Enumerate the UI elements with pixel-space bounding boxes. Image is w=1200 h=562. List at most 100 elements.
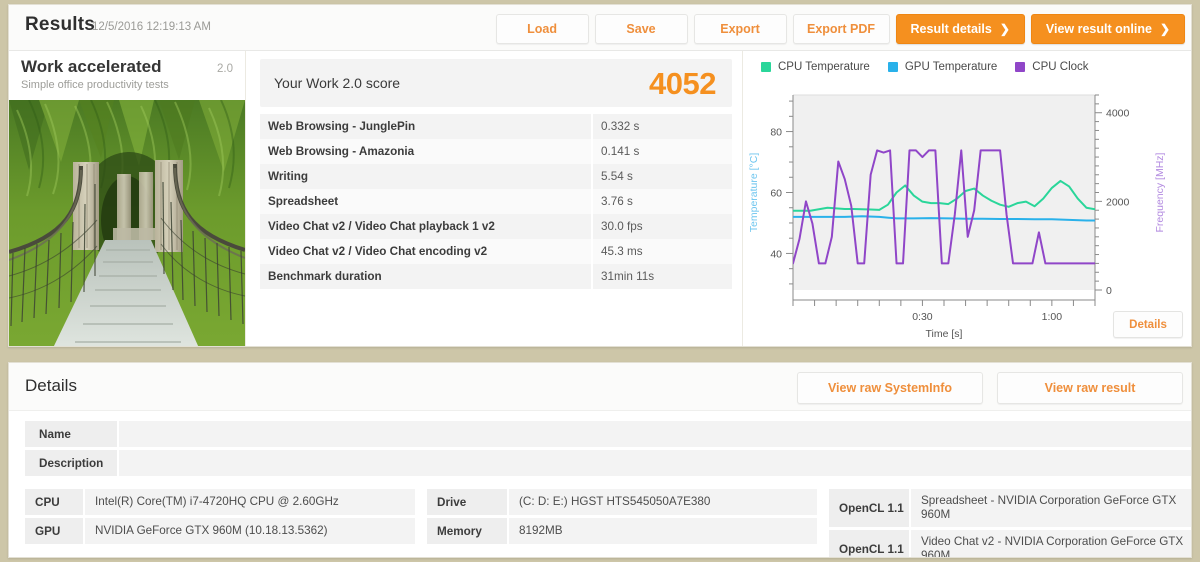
info-label: CPU [25, 489, 83, 515]
svg-text:60: 60 [770, 188, 782, 200]
result-name: Web Browsing - Amazonia [260, 139, 593, 164]
table-row: Writing 5.54 s [260, 164, 732, 189]
view-raw-result-button[interactable]: View raw result [997, 372, 1183, 404]
chevron-right-icon: ❯ [999, 22, 1010, 36]
svg-text:80: 80 [770, 127, 782, 139]
result-name: Writing [260, 164, 593, 189]
result-value: 3.76 s [592, 189, 732, 214]
info-row: Memory 8192MB [427, 518, 817, 544]
legend-label: CPU Clock [1032, 61, 1089, 73]
chart-details-button[interactable]: Details [1113, 311, 1183, 338]
header-toolbar: Load Save Export Export PDF Result detai… [495, 14, 1185, 44]
view-raw-systeminfo-button[interactable]: View raw SystemInfo [797, 372, 983, 404]
result-value: 31min 11s [592, 264, 732, 289]
info-value: Spreadsheet - NVIDIA Corporation GeForce… [911, 489, 1191, 527]
system-info-column-c: OpenCL 1.1 Spreadsheet - NVIDIA Corporati… [829, 489, 1191, 557]
info-row: GPU NVIDIA GeForce GTX 960M (10.18.13.536… [25, 518, 415, 544]
result-name: Video Chat v2 / Video Chat playback 1 v2 [260, 214, 593, 239]
table-row: Web Browsing - JunglePin 0.332 s [260, 114, 732, 139]
table-row: Spreadsheet 3.76 s [260, 189, 732, 214]
benchmark-thumbnail [9, 100, 245, 346]
info-value: NVIDIA GeForce GTX 960M (10.18.13.5362) [85, 518, 415, 544]
view-result-online-label: View result online [1045, 22, 1152, 36]
info-row: OpenCL 1.1 Video Chat v2 - NVIDIA Corpora… [829, 530, 1191, 557]
legend-swatch-icon [761, 62, 771, 72]
benchmark-header: Work accelerated Simple office productiv… [9, 51, 245, 99]
save-button[interactable]: Save [594, 14, 688, 44]
legend-label: GPU Temperature [904, 61, 998, 73]
score-and-results: Your Work 2.0 score 4052 Web Browsing - … [246, 51, 743, 346]
result-name: Web Browsing - JunglePin [260, 114, 593, 139]
info-value: 8192MB [509, 518, 817, 544]
svg-text:2000: 2000 [1106, 196, 1130, 208]
results-body: Work accelerated Simple office productiv… [9, 51, 1191, 346]
info-row: OpenCL 1.1 Spreadsheet - NVIDIA Corporati… [829, 489, 1191, 527]
svg-text:4000: 4000 [1106, 108, 1130, 120]
field-label: Name [25, 421, 117, 447]
info-label: GPU [25, 518, 83, 544]
svg-text:0:30: 0:30 [912, 311, 933, 323]
table-row: Video Chat v2 / Video Chat playback 1 v2… [260, 214, 732, 239]
svg-text:Temperature [°C]: Temperature [°C] [748, 153, 760, 233]
result-name: Video Chat v2 / Video Chat encoding v2 [260, 239, 593, 264]
benchmark-version: 2.0 [217, 63, 233, 75]
info-label: OpenCL 1.1 [829, 530, 909, 557]
details-header: Details View raw SystemInfo View raw res… [9, 363, 1191, 411]
table-row: Video Chat v2 / Video Chat encoding v2 45… [260, 239, 732, 264]
load-button[interactable]: Load [495, 14, 589, 44]
legend-item: GPU Temperature [887, 61, 998, 73]
result-details-button[interactable]: Result details ❯ [895, 14, 1025, 44]
svg-text:Time [s]: Time [s] [926, 328, 963, 340]
legend-item: CPU Temperature [761, 61, 870, 73]
info-label: Drive [427, 489, 507, 515]
table-row: Name [25, 421, 1191, 447]
result-value: 0.141 s [592, 139, 732, 164]
system-info-column-b: Drive (C: D: E:) HGST HTS545050A7E380 Memo… [427, 489, 817, 557]
details-title: Details [25, 376, 77, 395]
details-toolbar: View raw SystemInfo View raw result [797, 372, 1183, 404]
export-pdf-button[interactable]: Export PDF [792, 14, 890, 44]
table-row: Benchmark duration 31min 11s [260, 264, 732, 289]
field-value[interactable] [119, 421, 1191, 447]
chevron-right-icon: ❯ [1159, 22, 1170, 36]
info-row: Drive (C: D: E:) HGST HTS545050A7E380 [427, 489, 817, 515]
system-info-grid: CPU Intel(R) Core(TM) i7-4720HQ CPU @ 2.6… [25, 489, 1191, 557]
info-row: CPU Intel(R) Core(TM) i7-4720HQ CPU @ 2.6… [25, 489, 415, 515]
score-summary: Your Work 2.0 score 4052 [260, 59, 732, 107]
benchmark-card: Work accelerated Simple office productiv… [9, 51, 246, 346]
svg-text:40: 40 [770, 248, 782, 260]
monitoring-chart-panel: CPU Temperature GPU Temperature CPU Clock … [743, 51, 1191, 346]
info-value: Video Chat v2 - NVIDIA Corporation GeFor… [911, 530, 1191, 557]
monitoring-chart: 40 60 80 0 2000 4000 0:30 1:00 Time [s] Temperatu… [743, 85, 1191, 345]
info-label: Memory [427, 518, 507, 544]
legend-item: CPU Clock [1015, 61, 1089, 73]
svg-text:Frequency [MHz]: Frequency [MHz] [1154, 152, 1166, 232]
legend-swatch-icon [1015, 62, 1026, 72]
table-row: Web Browsing - Amazonia 0.141 s [260, 139, 732, 164]
export-button[interactable]: Export [693, 14, 787, 44]
info-label: OpenCL 1.1 [829, 489, 909, 527]
info-value: (C: D: E:) HGST HTS545050A7E380 [509, 489, 817, 515]
score-value: 4052 [649, 65, 716, 101]
result-details-label: Result details [910, 22, 992, 36]
table-row: Description [25, 450, 1191, 476]
system-info-column-a: CPU Intel(R) Core(TM) i7-4720HQ CPU @ 2.6… [25, 489, 415, 557]
results-table-body: Web Browsing - JunglePin 0.332 s Web Brows… [260, 114, 732, 289]
details-panel: Details View raw SystemInfo View raw res… [8, 362, 1192, 558]
svg-text:0: 0 [1106, 285, 1112, 297]
result-name: Benchmark duration [260, 264, 593, 289]
results-table: Web Browsing - JunglePin 0.332 s Web Brows… [260, 114, 732, 289]
info-value: Intel(R) Core(TM) i7-4720HQ CPU @ 2.60GH… [85, 489, 415, 515]
view-result-online-button[interactable]: View result online ❯ [1030, 14, 1185, 44]
benchmark-subtitle: Simple office productivity tests [21, 79, 169, 91]
results-window: Results 12/5/2016 12:19:13 AM Load Save … [0, 0, 1200, 562]
results-header: Results 12/5/2016 12:19:13 AM Load Save … [9, 5, 1191, 51]
result-timestamp: 12/5/2016 12:19:13 AM [92, 21, 211, 33]
chart-legend: CPU Temperature GPU Temperature CPU Clock [761, 61, 1089, 73]
results-panel: Results 12/5/2016 12:19:13 AM Load Save … [8, 4, 1192, 347]
result-name: Spreadsheet [260, 189, 593, 214]
page-title: Results [25, 14, 96, 35]
result-value: 5.54 s [592, 164, 732, 189]
field-value[interactable] [119, 450, 1191, 476]
benchmark-name: Work accelerated [21, 57, 162, 76]
